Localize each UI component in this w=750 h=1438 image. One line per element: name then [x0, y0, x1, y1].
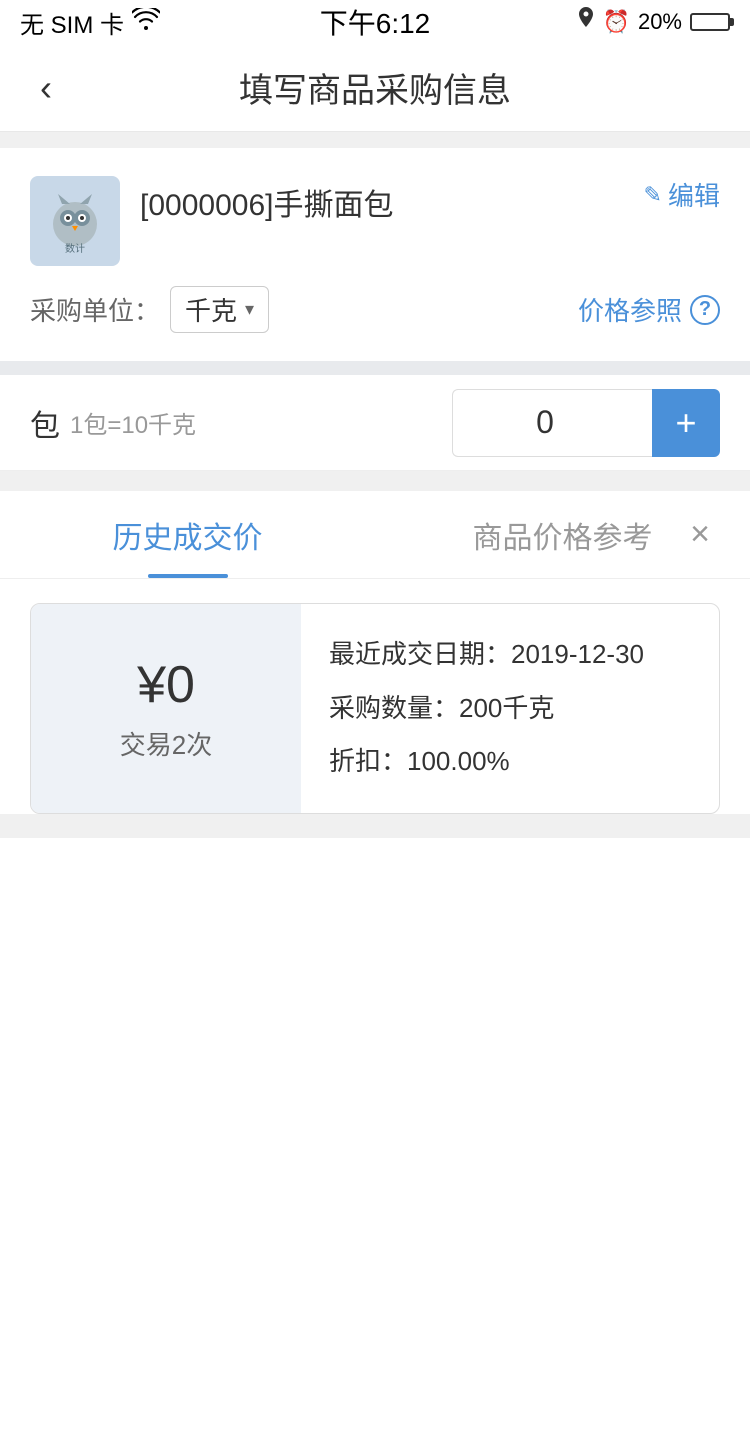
tab-history-price[interactable]: 历史成交价	[0, 491, 375, 578]
close-icon: ×	[690, 515, 710, 554]
status-bar: 无 SIM 卡 下午6:12 ⏰ 20%	[0, 0, 750, 44]
nav-bar: ‹ 填写商品采购信息	[0, 44, 750, 132]
product-name: [0000006]手撕面包	[140, 176, 393, 224]
unit-dropdown-icon: ▾	[245, 299, 254, 320]
product-image: 数计	[40, 186, 110, 256]
wifi-icon	[132, 8, 160, 37]
status-right: ⏰ 20%	[577, 7, 730, 37]
discount-value: 100.00%	[407, 746, 510, 776]
purchase-qty-value: 200千克	[459, 693, 554, 723]
svg-text:数计: 数计	[65, 242, 85, 255]
transaction-details: 最近成交日期：2019-12-30 采购数量：200千克 折扣：100.00%	[301, 604, 719, 813]
product-section: 数计 [0000006]手撕面包 ✎ 编辑 采购单位： 千克 ▾ 价格参照 ?	[0, 148, 750, 361]
quantity-input-area: +	[452, 389, 720, 457]
transaction-count: 交易2次	[120, 725, 212, 762]
purchase-qty-label: 采购数量：	[329, 693, 459, 723]
recent-date-value: 2019-12-30	[511, 639, 644, 669]
edit-button[interactable]: ✎ 编辑	[644, 176, 720, 213]
transaction-summary: ¥0 交易2次	[31, 604, 301, 813]
quantity-input[interactable]	[452, 389, 652, 457]
quantity-section: 包 1包=10千克 +	[0, 375, 750, 471]
quantity-unit: 包	[30, 401, 60, 445]
edit-icon: ✎	[644, 182, 662, 208]
discount-row: 折扣：100.00%	[329, 741, 691, 783]
status-time: 下午6:12	[320, 2, 431, 42]
unit-label-text: 采购单位：	[30, 291, 160, 328]
product-info: 数计 [0000006]手撕面包	[30, 176, 644, 266]
unit-selector[interactable]: 千克 ▾	[170, 286, 269, 333]
currency-symbol: ¥	[137, 656, 166, 714]
unit-label: 采购单位： 千克 ▾	[30, 286, 269, 333]
section-divider	[0, 361, 750, 375]
unit-value: 千克	[185, 291, 237, 328]
alarm-icon: ⏰	[603, 9, 630, 35]
transaction-price: ¥0	[137, 655, 195, 715]
panel-divider	[0, 471, 750, 491]
purchase-qty-row: 采购数量：200千克	[329, 688, 691, 730]
battery-percent: 20%	[638, 9, 682, 35]
price-tabs: 历史成交价 商品价格参考 ×	[0, 491, 750, 579]
product-thumbnail: 数计	[30, 176, 120, 266]
recent-date-row: 最近成交日期：2019-12-30	[329, 634, 691, 676]
help-icon: ?	[690, 295, 720, 325]
tab-product-price-ref-label: 商品价格参考	[473, 513, 653, 557]
status-left: 无 SIM 卡	[20, 5, 160, 40]
price-reference-link[interactable]: 价格参照 ?	[578, 291, 720, 328]
carrier-label: 无 SIM 卡	[20, 5, 124, 40]
location-icon	[577, 7, 595, 37]
recent-date-label: 最近成交日期：	[329, 639, 511, 669]
price-ref-label: 价格参照	[578, 291, 682, 328]
edit-label: 编辑	[668, 176, 720, 213]
page-title: 填写商品采购信息	[239, 63, 511, 112]
battery-icon	[690, 13, 730, 31]
close-panel-button[interactable]: ×	[670, 505, 730, 565]
quantity-plus-button[interactable]: +	[652, 389, 720, 457]
page-background	[0, 838, 750, 1438]
back-button[interactable]: ‹	[30, 57, 62, 119]
price-value: 0	[166, 656, 195, 714]
discount-label: 折扣：	[329, 746, 407, 776]
quantity-hint: 1包=10千克	[70, 405, 452, 440]
tab-history-price-label: 历史成交价	[113, 513, 263, 557]
transaction-card: ¥0 交易2次 最近成交日期：2019-12-30 采购数量：200千克 折扣：…	[30, 603, 720, 814]
product-unit-row: 采购单位： 千克 ▾ 价格参照 ?	[30, 286, 720, 333]
product-header: 数计 [0000006]手撕面包 ✎ 编辑	[30, 176, 720, 266]
price-panel: 历史成交价 商品价格参考 × ¥0 交易2次 最近成交日期：2019-12-30…	[0, 491, 750, 814]
